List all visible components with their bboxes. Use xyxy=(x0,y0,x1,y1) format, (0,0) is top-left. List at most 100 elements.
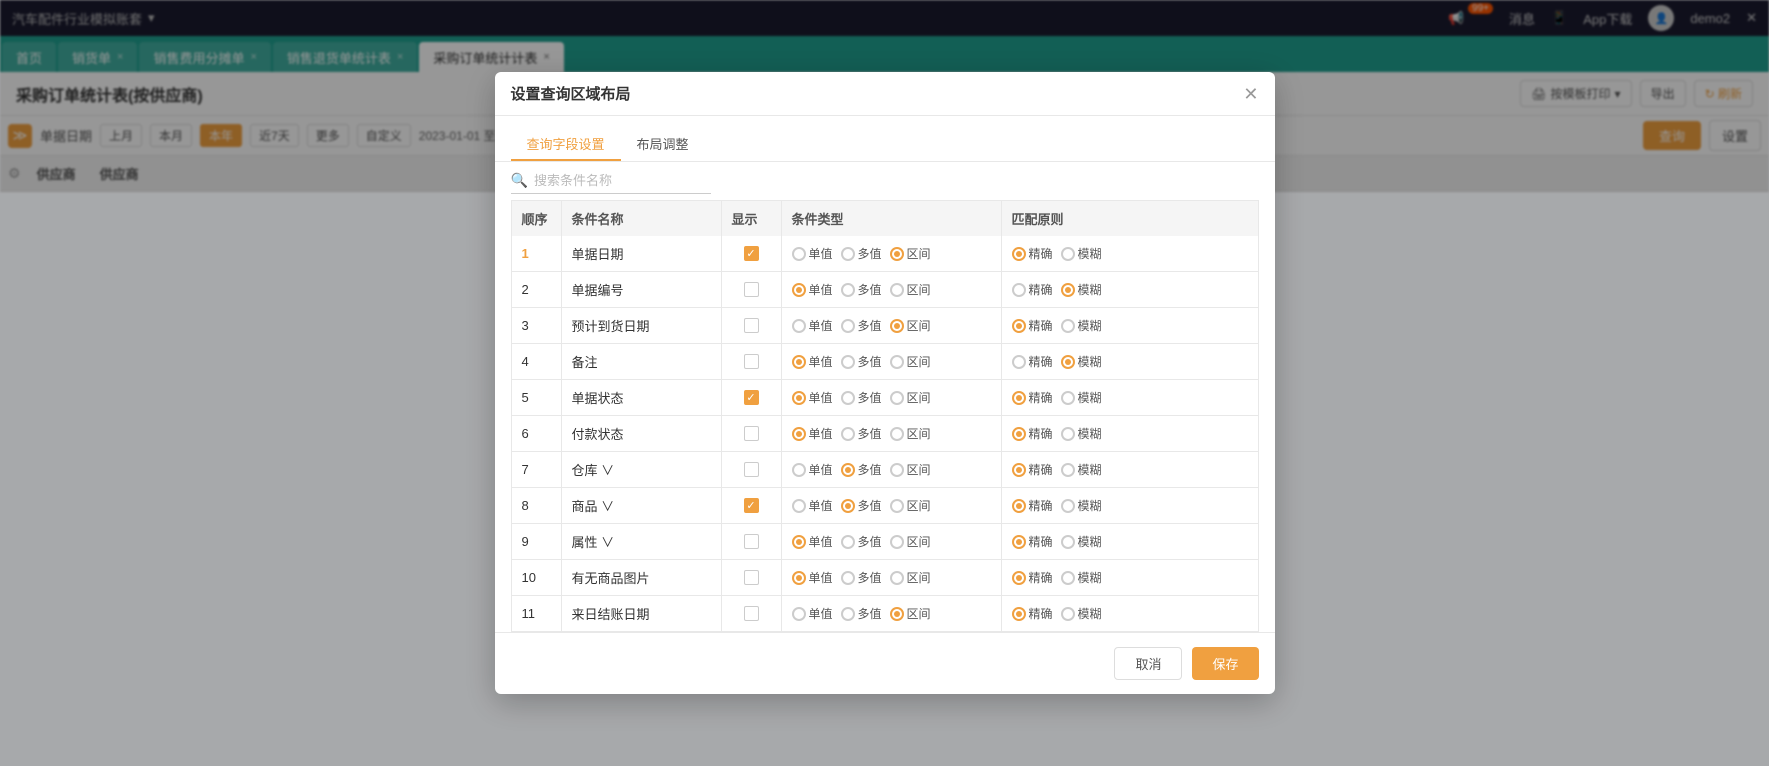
type-radio-区间[interactable]: 区间 xyxy=(890,245,931,262)
modal-tabs: 查询字段设置 布局调整 xyxy=(495,116,1275,162)
tab-layout[interactable]: 布局调整 xyxy=(621,128,705,161)
table-row: 11来日结账日期单值多值区间精确模糊 xyxy=(511,596,1259,632)
table-row: 9属性 ∨单值多值区间精确模糊 xyxy=(511,524,1259,560)
display-checkbox[interactable] xyxy=(744,354,759,369)
type-radio-单值[interactable]: 单值 xyxy=(792,461,833,478)
radio-circle xyxy=(841,463,855,477)
match-radio-精确[interactable]: 精确 xyxy=(1012,425,1053,442)
modal-rows: 1单据日期单值多值区间精确模糊2单据编号单值多值区间精确模糊3预计到货日期单值多… xyxy=(511,236,1259,632)
modal-body: 查询字段设置 布局调整 🔍 顺序 条件名称 显示 条件类型 匹配原则 xyxy=(495,116,1275,632)
match-radio-精确[interactable]: 精确 xyxy=(1012,497,1053,514)
modal-overlay[interactable]: 设置查询区域布局 ✕ 查询字段设置 布局调整 🔍 顺序 xyxy=(0,0,1769,766)
tab-query-fields[interactable]: 查询字段设置 xyxy=(511,128,621,161)
match-radio-模糊[interactable]: 模糊 xyxy=(1061,605,1102,622)
modal-close-icon[interactable]: ✕ xyxy=(1243,85,1258,103)
radio-circle xyxy=(1061,463,1075,477)
type-radio-多值[interactable]: 多值 xyxy=(841,569,882,586)
type-radio-单值[interactable]: 单值 xyxy=(792,353,833,370)
modal-header: 设置查询区域布局 ✕ xyxy=(495,72,1275,116)
order-number: 1 xyxy=(522,246,529,261)
match-radio-精确[interactable]: 精确 xyxy=(1012,353,1053,370)
row-match: 精确模糊 xyxy=(1002,560,1222,595)
type-radio-多值[interactable]: 多值 xyxy=(841,245,882,262)
match-radio-模糊[interactable]: 模糊 xyxy=(1061,353,1102,370)
type-radio-区间[interactable]: 区间 xyxy=(890,389,931,406)
display-checkbox[interactable] xyxy=(744,534,759,549)
display-checkbox[interactable] xyxy=(744,282,759,297)
type-radio-多值[interactable]: 多值 xyxy=(841,389,882,406)
match-radio-精确[interactable]: 精确 xyxy=(1012,317,1053,334)
type-radio-区间[interactable]: 区间 xyxy=(890,461,931,478)
cancel-button[interactable]: 取消 xyxy=(1114,647,1182,680)
display-checkbox[interactable] xyxy=(744,318,759,333)
modal-title: 设置查询区域布局 xyxy=(511,83,631,104)
row-match: 精确模糊 xyxy=(1002,344,1222,379)
type-radio-单值[interactable]: 单值 xyxy=(792,533,833,550)
type-radio-单值[interactable]: 单值 xyxy=(792,425,833,442)
match-radio-模糊[interactable]: 模糊 xyxy=(1061,569,1102,586)
match-radio-模糊[interactable]: 模糊 xyxy=(1061,281,1102,298)
type-radio-单值[interactable]: 单值 xyxy=(792,605,833,622)
row-order: 9 xyxy=(512,524,562,559)
match-radio-模糊[interactable]: 模糊 xyxy=(1061,497,1102,514)
radio-circle xyxy=(890,283,904,297)
type-radio-单值[interactable]: 单值 xyxy=(792,245,833,262)
type-radio-区间[interactable]: 区间 xyxy=(890,281,931,298)
display-checkbox[interactable] xyxy=(744,246,759,261)
radio-circle xyxy=(1061,283,1075,297)
radio-circle xyxy=(1012,283,1026,297)
type-radio-单值[interactable]: 单值 xyxy=(792,317,833,334)
radio-circle xyxy=(792,463,806,477)
type-radio-单值[interactable]: 单值 xyxy=(792,389,833,406)
match-radio-模糊[interactable]: 模糊 xyxy=(1061,389,1102,406)
type-radio-单值[interactable]: 单值 xyxy=(792,281,833,298)
match-radio-模糊[interactable]: 模糊 xyxy=(1061,317,1102,334)
table-row: 2单据编号单值多值区间精确模糊 xyxy=(511,272,1259,308)
save-button[interactable]: 保存 xyxy=(1192,647,1258,680)
match-radio-模糊[interactable]: 模糊 xyxy=(1061,425,1102,442)
modal-dialog: 设置查询区域布局 ✕ 查询字段设置 布局调整 🔍 顺序 xyxy=(495,72,1275,694)
row-name: 仓库 ∨ xyxy=(562,452,722,487)
match-radio-精确[interactable]: 精确 xyxy=(1012,569,1053,586)
type-radio-多值[interactable]: 多值 xyxy=(841,281,882,298)
type-radio-多值[interactable]: 多值 xyxy=(841,533,882,550)
type-radio-区间[interactable]: 区间 xyxy=(890,533,931,550)
display-checkbox[interactable] xyxy=(744,606,759,621)
type-radio-区间[interactable]: 区间 xyxy=(890,425,931,442)
match-radio-模糊[interactable]: 模糊 xyxy=(1061,245,1102,262)
display-checkbox[interactable] xyxy=(744,462,759,477)
row-order: 10 xyxy=(512,560,562,595)
match-radio-模糊[interactable]: 模糊 xyxy=(1061,461,1102,478)
match-radio-精确[interactable]: 精确 xyxy=(1012,245,1053,262)
type-radio-区间[interactable]: 区间 xyxy=(890,317,931,334)
match-radio-精确[interactable]: 精确 xyxy=(1012,461,1053,478)
match-radio-模糊[interactable]: 模糊 xyxy=(1061,533,1102,550)
type-radio-多值[interactable]: 多值 xyxy=(841,461,882,478)
radio-circle xyxy=(792,391,806,405)
display-checkbox[interactable] xyxy=(744,390,759,405)
radio-circle xyxy=(841,499,855,513)
type-radio-单值[interactable]: 单值 xyxy=(792,497,833,514)
type-radio-区间[interactable]: 区间 xyxy=(890,605,931,622)
display-checkbox[interactable] xyxy=(744,570,759,585)
type-radio-多值[interactable]: 多值 xyxy=(841,353,882,370)
type-radio-多值[interactable]: 多值 xyxy=(841,425,882,442)
type-radio-多值[interactable]: 多值 xyxy=(841,317,882,334)
match-radio-精确[interactable]: 精确 xyxy=(1012,605,1053,622)
match-radio-精确[interactable]: 精确 xyxy=(1012,281,1053,298)
match-radio-精确[interactable]: 精确 xyxy=(1012,389,1053,406)
type-radio-区间[interactable]: 区间 xyxy=(890,497,931,514)
type-radio-多值[interactable]: 多值 xyxy=(841,497,882,514)
display-checkbox[interactable] xyxy=(744,426,759,441)
type-radio-单值[interactable]: 单值 xyxy=(792,569,833,586)
radio-circle xyxy=(1012,427,1026,441)
search-input[interactable] xyxy=(534,173,694,188)
row-display xyxy=(722,488,782,523)
match-radio-精确[interactable]: 精确 xyxy=(1012,533,1053,550)
type-radio-区间[interactable]: 区间 xyxy=(890,569,931,586)
type-radio-多值[interactable]: 多值 xyxy=(841,605,882,622)
row-name: 商品 ∨ xyxy=(562,488,722,523)
display-checkbox[interactable] xyxy=(744,498,759,513)
search-wrap: 🔍 xyxy=(511,172,711,194)
type-radio-区间[interactable]: 区间 xyxy=(890,353,931,370)
